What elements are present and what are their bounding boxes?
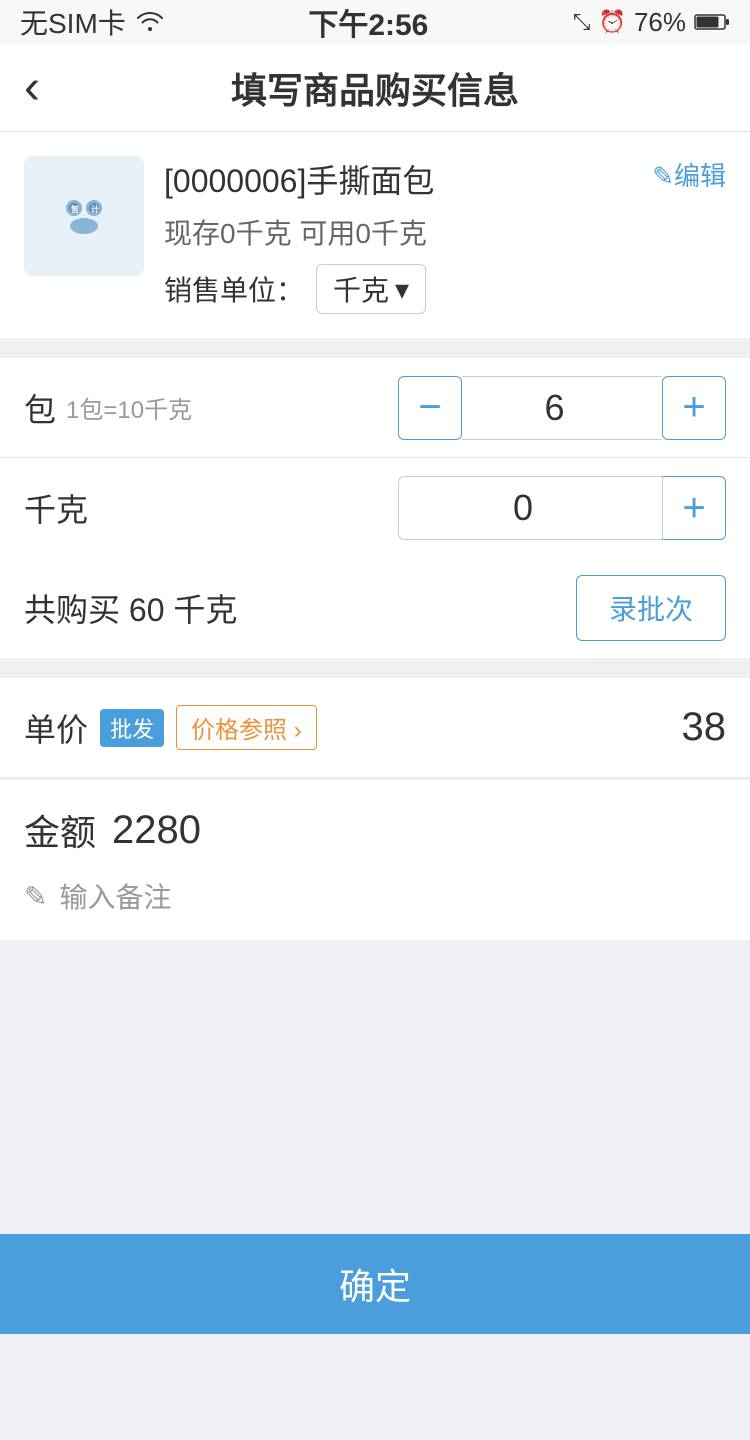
status-time: 下午2:56 bbox=[308, 0, 428, 44]
price-ref-button[interactable]: 价格参照 › bbox=[176, 705, 317, 750]
bag-input[interactable] bbox=[462, 376, 662, 440]
price-tag-pifa: 批发 bbox=[100, 709, 164, 747]
nav-bar: ‹ 填写商品购买信息 bbox=[0, 44, 750, 132]
amount-label: 金额 bbox=[24, 804, 96, 856]
price-value: 38 bbox=[682, 705, 727, 750]
product-card: 智 计 [0000006]手撕面包 ✎编辑 现存0千克 可用0千克 销售单位： … bbox=[0, 132, 750, 338]
bag-minus-button[interactable]: − bbox=[398, 376, 462, 440]
page-title: 填写商品购买信息 bbox=[231, 62, 519, 114]
location-icon: ⤡ bbox=[573, 9, 591, 35]
svg-text:智: 智 bbox=[71, 204, 79, 214]
alarm-icon: ⏰ bbox=[599, 9, 626, 35]
status-bar: 无SIM卡 下午2:56 ⤡ ⏰ 76% bbox=[0, 0, 750, 44]
status-left: 无SIM卡 bbox=[20, 2, 164, 42]
kg-input[interactable] bbox=[398, 476, 662, 540]
price-left: 单价 批发 价格参照 › bbox=[24, 705, 317, 751]
amount-section: 金额 2280 ✎ 输入备注 bbox=[0, 780, 750, 940]
section-gap-2 bbox=[0, 658, 750, 678]
bag-label: 包 bbox=[24, 385, 56, 431]
product-thumbnail: 智 计 bbox=[24, 156, 144, 276]
edit-link[interactable]: ✎编辑 bbox=[652, 156, 726, 193]
bag-input-row: 包 1包=10千克 − + bbox=[0, 358, 750, 458]
price-label: 单价 bbox=[24, 705, 88, 751]
note-row[interactable]: ✎ 输入备注 bbox=[24, 876, 726, 916]
section-gap-1 bbox=[0, 338, 750, 358]
product-unit-row: 销售单位： 千克 ▾ bbox=[164, 264, 726, 314]
product-info: [0000006]手撕面包 ✎编辑 现存0千克 可用0千克 销售单位： 千克 ▾ bbox=[164, 156, 726, 314]
status-right: ⤡ ⏰ 76% bbox=[573, 7, 730, 38]
price-row: 单价 批发 价格参照 › 38 bbox=[0, 678, 750, 778]
total-row: 共购买 60 千克 录批次 bbox=[0, 558, 750, 658]
unit-dropdown-icon: ▾ bbox=[395, 273, 409, 306]
product-stock: 现存0千克 可用0千克 bbox=[164, 212, 726, 252]
kg-input-row: 千克 + bbox=[0, 458, 750, 558]
back-button[interactable]: ‹ bbox=[24, 60, 40, 115]
wifi-icon bbox=[136, 6, 164, 38]
total-text: 共购买 60 千克 bbox=[24, 585, 237, 631]
pencil-icon: ✎ bbox=[24, 880, 47, 913]
bag-plus-button[interactable]: + bbox=[662, 376, 726, 440]
bag-sublabel: 1包=10千克 bbox=[66, 390, 398, 425]
amount-row: 金额 2280 bbox=[24, 804, 726, 856]
battery-icon bbox=[694, 7, 730, 38]
product-name: [0000006]手撕面包 bbox=[164, 156, 434, 202]
kg-label: 千克 bbox=[24, 485, 88, 531]
carrier-text: 无SIM卡 bbox=[20, 2, 126, 42]
unit-label: 销售单位： bbox=[164, 269, 304, 309]
battery-text: 76% bbox=[634, 7, 686, 38]
kg-controls: + bbox=[398, 476, 726, 540]
record-batch-button[interactable]: 录批次 bbox=[576, 575, 726, 641]
note-placeholder: 输入备注 bbox=[59, 876, 171, 916]
unit-value: 千克 bbox=[333, 269, 389, 309]
unit-select[interactable]: 千克 ▾ bbox=[316, 264, 426, 314]
price-section: 单价 批发 价格参照 › 38 bbox=[0, 678, 750, 778]
input-section: 包 1包=10千克 − + 千克 + bbox=[0, 358, 750, 558]
amount-value: 2280 bbox=[112, 808, 201, 853]
bag-controls: − + bbox=[398, 376, 726, 440]
confirm-button[interactable]: 确定 bbox=[0, 1234, 750, 1334]
svg-text:计: 计 bbox=[91, 204, 99, 214]
kg-plus-button[interactable]: + bbox=[662, 476, 726, 540]
